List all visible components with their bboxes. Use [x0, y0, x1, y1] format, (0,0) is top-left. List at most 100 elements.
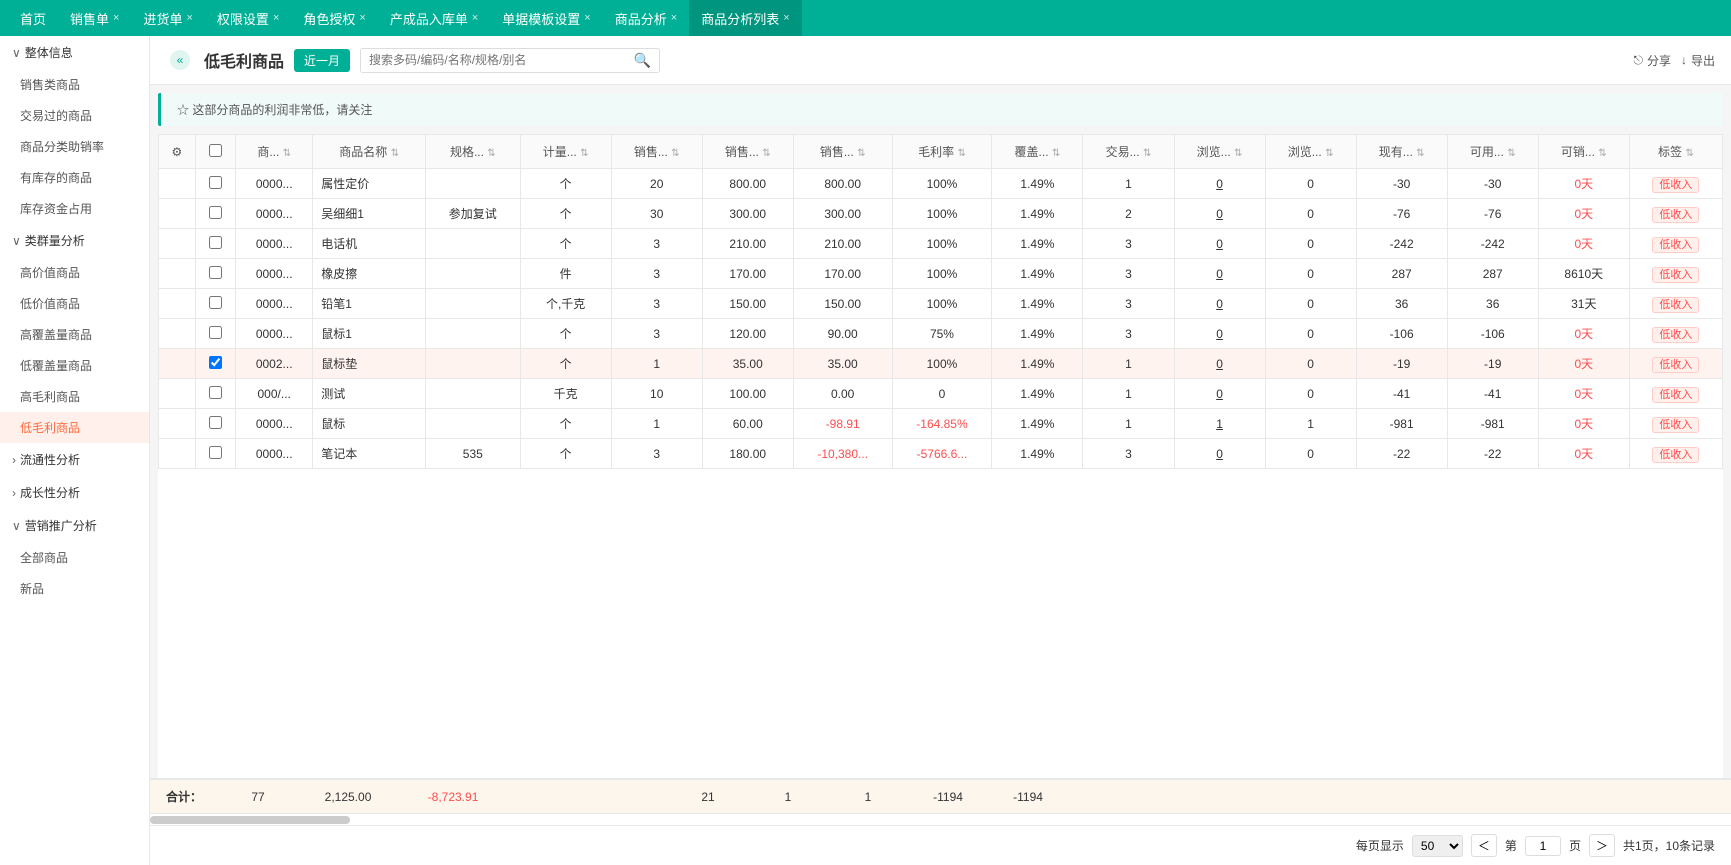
row-checkbox-6[interactable]: [209, 356, 222, 369]
sidebar-item-traded-products[interactable]: 交易过的商品: [0, 100, 149, 131]
cell-browse1[interactable]: 0: [1174, 379, 1265, 409]
cell-browse1[interactable]: 0: [1174, 319, 1265, 349]
cell-tag[interactable]: 低收入: [1629, 199, 1722, 229]
sidebar-section-growth[interactable]: › 成长性分析: [0, 476, 149, 509]
row-checkbox-1[interactable]: [209, 206, 222, 219]
col-browse1[interactable]: 浏览... ⇅: [1174, 135, 1265, 169]
export-button[interactable]: ↓ 导出: [1681, 52, 1715, 69]
next-page-button[interactable]: ＞: [1589, 834, 1615, 857]
col-name[interactable]: 商品名称 ⇅: [313, 135, 426, 169]
col-code[interactable]: 商... ⇅: [236, 135, 313, 169]
sidebar-item-category-sales-rate[interactable]: 商品分类助销率: [0, 131, 149, 162]
sidebar-section-cluster[interactable]: ∨ 类群量分析: [0, 224, 149, 257]
sidebar-item-new-products[interactable]: 新品: [0, 573, 149, 604]
close-product-entry-icon[interactable]: ×: [472, 12, 478, 24]
cell-tag[interactable]: 低收入: [1629, 349, 1722, 379]
cell-name[interactable]: 测试: [313, 379, 426, 409]
cell-checkbox[interactable]: [195, 289, 235, 319]
close-sales-icon[interactable]: ×: [113, 12, 119, 24]
col-sales-profit[interactable]: 销售... ⇅: [793, 135, 892, 169]
sidebar-section-overview[interactable]: ∨ 整体信息: [0, 36, 149, 69]
sidebar-item-all-products[interactable]: 全部商品: [0, 542, 149, 573]
sidebar-item-high-margin[interactable]: 高毛利商品: [0, 381, 149, 412]
table-container[interactable]: ⚙ 商... ⇅ 商品名称 ⇅ 规格... ⇅ 计量... ⇅ 销售... ⇅ …: [158, 134, 1723, 778]
date-filter-button[interactable]: 近一月: [294, 49, 350, 72]
cell-browse1[interactable]: 0: [1174, 259, 1265, 289]
nav-item-home[interactable]: 首页: [8, 0, 58, 36]
sidebar-item-low-margin[interactable]: 低毛利商品: [0, 412, 149, 443]
row-checkbox-5[interactable]: [209, 326, 222, 339]
cell-browse1[interactable]: 0: [1174, 169, 1265, 199]
cell-browse1[interactable]: 0: [1174, 229, 1265, 259]
cell-checkbox[interactable]: [195, 259, 235, 289]
row-checkbox-8[interactable]: [209, 416, 222, 429]
cell-name[interactable]: 笔记本: [313, 439, 426, 469]
page-number-input[interactable]: [1525, 836, 1561, 856]
per-page-select[interactable]: 50 100 200: [1412, 835, 1463, 857]
col-sales-amount[interactable]: 销售... ⇅: [702, 135, 793, 169]
nav-item-permissions[interactable]: 权限设置 ×: [205, 0, 291, 36]
cell-name[interactable]: 鼠标: [313, 409, 426, 439]
cell-checkbox[interactable]: [195, 379, 235, 409]
row-checkbox-3[interactable]: [209, 266, 222, 279]
col-spec[interactable]: 规格... ⇅: [426, 135, 521, 169]
nav-item-role[interactable]: 角色授权 ×: [291, 0, 377, 36]
close-template-icon[interactable]: ×: [584, 12, 590, 24]
col-browse2[interactable]: 浏览... ⇅: [1265, 135, 1356, 169]
cell-checkbox[interactable]: [195, 439, 235, 469]
cell-tag[interactable]: 低收入: [1629, 259, 1722, 289]
cell-tag[interactable]: 低收入: [1629, 229, 1722, 259]
nav-item-template[interactable]: 单据模板设置 ×: [490, 0, 602, 36]
horizontal-scrollbar[interactable]: [150, 813, 1731, 825]
nav-item-sales[interactable]: 销售单 ×: [58, 0, 131, 36]
close-permissions-icon[interactable]: ×: [273, 12, 279, 24]
cell-name[interactable]: 铅笔1: [313, 289, 426, 319]
cell-name[interactable]: 吴细细1: [313, 199, 426, 229]
close-analysis-list-icon[interactable]: ×: [783, 12, 789, 24]
col-transaction[interactable]: 交易... ⇅: [1083, 135, 1174, 169]
sidebar-item-sales-products[interactable]: 销售类商品: [0, 69, 149, 100]
cell-checkbox[interactable]: [195, 349, 235, 379]
cell-browse1[interactable]: 0: [1174, 289, 1265, 319]
cell-tag[interactable]: 低收入: [1629, 409, 1722, 439]
cell-checkbox[interactable]: [195, 199, 235, 229]
close-role-icon[interactable]: ×: [359, 12, 365, 24]
cell-tag[interactable]: 低收入: [1629, 379, 1722, 409]
cell-browse1[interactable]: 0: [1174, 199, 1265, 229]
cell-checkbox[interactable]: [195, 229, 235, 259]
row-checkbox-9[interactable]: [209, 446, 222, 459]
col-tag[interactable]: 标签 ⇅: [1629, 135, 1722, 169]
row-checkbox-0[interactable]: [209, 176, 222, 189]
cell-checkbox[interactable]: [195, 409, 235, 439]
cell-tag[interactable]: 低收入: [1629, 169, 1722, 199]
search-input[interactable]: [369, 53, 634, 67]
col-available[interactable]: 可用... ⇅: [1447, 135, 1538, 169]
col-checkbox[interactable]: [195, 135, 235, 169]
sidebar-item-in-stock[interactable]: 有库存的商品: [0, 162, 149, 193]
cell-name[interactable]: 橡皮擦: [313, 259, 426, 289]
cell-browse1[interactable]: 0: [1174, 349, 1265, 379]
sidebar-section-marketing[interactable]: ∨ 营销推广分析: [0, 509, 149, 542]
col-coverage[interactable]: 覆盖... ⇅: [992, 135, 1083, 169]
cell-tag[interactable]: 低收入: [1629, 319, 1722, 349]
col-gross-margin[interactable]: 毛利率 ⇅: [892, 135, 992, 169]
row-checkbox-4[interactable]: [209, 296, 222, 309]
col-unit[interactable]: 计量... ⇅: [520, 135, 611, 169]
row-checkbox-2[interactable]: [209, 236, 222, 249]
sidebar-collapse-button[interactable]: «: [170, 50, 190, 70]
nav-item-product-entry[interactable]: 产成品入库单 ×: [378, 0, 490, 36]
nav-item-analysis-list[interactable]: 商品分析列表 ×: [689, 0, 801, 36]
search-icon[interactable]: 🔍: [634, 52, 651, 69]
cell-name[interactable]: 鼠标垫: [313, 349, 426, 379]
col-settings[interactable]: ⚙: [159, 135, 196, 169]
sidebar-item-high-coverage[interactable]: 高覆盖量商品: [0, 319, 149, 350]
col-current[interactable]: 现有... ⇅: [1356, 135, 1447, 169]
cell-name[interactable]: 鼠标1: [313, 319, 426, 349]
cell-tag[interactable]: 低收入: [1629, 439, 1722, 469]
col-sellable[interactable]: 可销... ⇅: [1538, 135, 1629, 169]
row-checkbox-7[interactable]: [209, 386, 222, 399]
nav-item-purchase[interactable]: 进货单 ×: [131, 0, 204, 36]
sidebar-item-high-value[interactable]: 高价值商品: [0, 257, 149, 288]
cell-name[interactable]: 属性定价: [313, 169, 426, 199]
cell-tag[interactable]: 低收入: [1629, 289, 1722, 319]
